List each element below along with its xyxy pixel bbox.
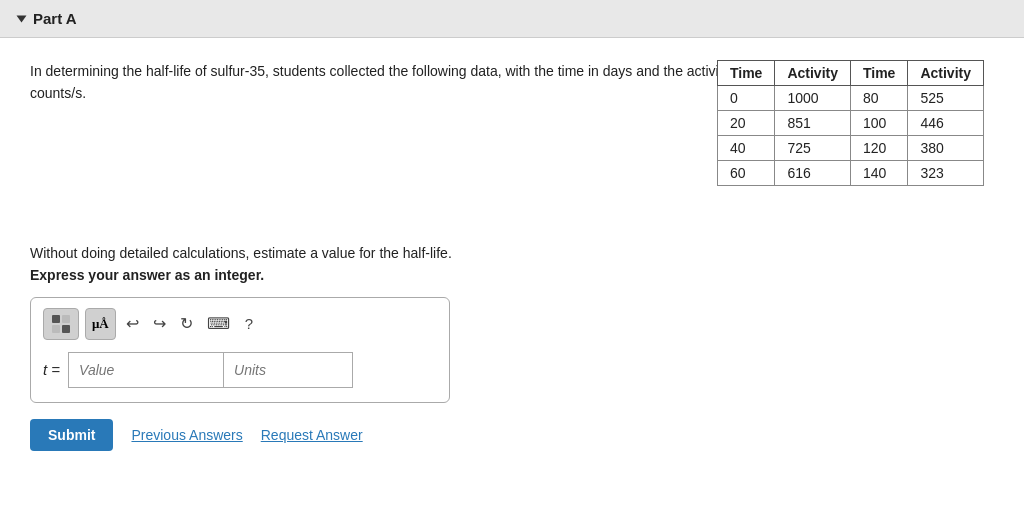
table-cell: 40 [717, 136, 774, 161]
keyboard-button[interactable]: ⌨ [203, 312, 234, 335]
table-cell: 120 [850, 136, 907, 161]
request-answer-button[interactable]: Request Answer [261, 427, 363, 443]
toolbar: μÅ ↩ ↪ ↻ ⌨ ? [43, 308, 437, 340]
table-row: 0100080525 [717, 86, 983, 111]
undo-button[interactable]: ↩ [122, 312, 143, 335]
mu-icon: μÅ [92, 316, 109, 332]
table-cell: 525 [908, 86, 984, 111]
instruction-line2: Express your answer as an integer. [30, 267, 994, 283]
table-cell: 20 [717, 111, 774, 136]
table-cell: 380 [908, 136, 984, 161]
table-cell: 616 [775, 161, 851, 186]
instruction-line1: Without doing detailed calculations, est… [30, 245, 994, 261]
refresh-button[interactable]: ↻ [176, 312, 197, 335]
table-cell: 0 [717, 86, 774, 111]
table-cell: 140 [850, 161, 907, 186]
intro-text: In determining the half-life of sulfur-3… [30, 60, 750, 105]
col-header-activity1: Activity [775, 61, 851, 86]
table-cell: 1000 [775, 86, 851, 111]
bottom-bar: Submit Previous Answers Request Answer [30, 419, 994, 461]
collapse-icon[interactable] [17, 15, 27, 22]
col-header-time1: Time [717, 61, 774, 86]
mu-button[interactable]: μÅ [85, 308, 116, 340]
table-row: 60616140323 [717, 161, 983, 186]
col-header-activity2: Activity [908, 61, 984, 86]
submit-button[interactable]: Submit [30, 419, 113, 451]
table-cell: 100 [850, 111, 907, 136]
table-row: 20851100446 [717, 111, 983, 136]
table-cell: 446 [908, 111, 984, 136]
main-content: In determining the half-life of sulfur-3… [0, 38, 1024, 481]
table-cell: 725 [775, 136, 851, 161]
page: Part A In determining the half-life of s… [0, 0, 1024, 529]
table-cell: 323 [908, 161, 984, 186]
table-row: 40725120380 [717, 136, 983, 161]
grid-icon [52, 315, 70, 333]
t-label: t = [43, 361, 60, 378]
table-cell: 851 [775, 111, 851, 136]
matrix-button[interactable] [43, 308, 79, 340]
help-button[interactable]: ? [240, 313, 258, 334]
input-row: t = [43, 352, 437, 388]
part-header: Part A [0, 0, 1024, 38]
table-cell: 60 [717, 161, 774, 186]
data-table: Time Activity Time Activity 010008052520… [717, 60, 984, 186]
redo-button[interactable]: ↪ [149, 312, 170, 335]
table-cell: 80 [850, 86, 907, 111]
previous-answers-button[interactable]: Previous Answers [131, 427, 242, 443]
units-input[interactable] [223, 352, 353, 388]
value-input[interactable] [68, 352, 223, 388]
answer-box: μÅ ↩ ↪ ↻ ⌨ ? t = [30, 297, 450, 403]
col-header-time2: Time [850, 61, 907, 86]
part-label: Part A [33, 10, 77, 27]
